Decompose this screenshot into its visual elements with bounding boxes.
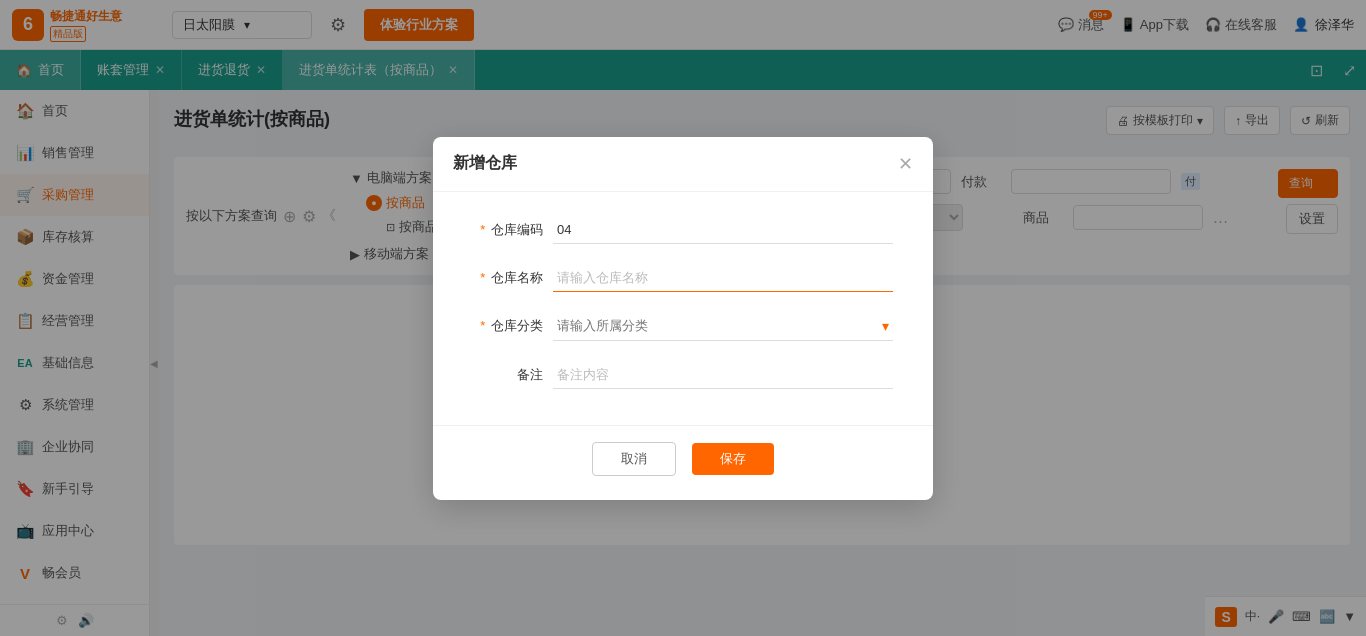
category-label: * 仓库分类 [473,317,553,335]
modal-body: * 仓库编码 * 仓库名称 * 仓库分类 [433,192,933,425]
modal-title: 新增仓库 [453,153,517,174]
modal-close-icon[interactable]: ✕ [898,153,913,175]
form-row-category: * 仓库分类 ▾ [473,312,893,341]
name-label: * 仓库名称 [473,269,553,287]
remark-label: 备注 [473,366,553,384]
modal-footer: 取消 保存 [433,426,933,500]
code-label: * 仓库编码 [473,221,553,239]
modal-add-warehouse: 新增仓库 ✕ * 仓库编码 * 仓库名称 [433,137,933,500]
remark-input[interactable] [553,361,893,389]
form-row-name: * 仓库名称 [473,264,893,292]
category-input[interactable] [557,318,882,333]
modal-overlay[interactable]: 新增仓库 ✕ * 仓库编码 * 仓库名称 [0,0,1366,636]
modal-header: 新增仓库 ✕ [433,137,933,192]
category-dropdown-icon[interactable]: ▾ [882,318,889,334]
form-row-code: * 仓库编码 [473,216,893,244]
save-button[interactable]: 保存 [692,443,774,475]
cancel-button[interactable]: 取消 [592,442,676,476]
code-input[interactable] [553,216,893,244]
name-input[interactable] [553,264,893,292]
form-row-remark: 备注 [473,361,893,389]
category-select-wrap: ▾ [553,312,893,341]
